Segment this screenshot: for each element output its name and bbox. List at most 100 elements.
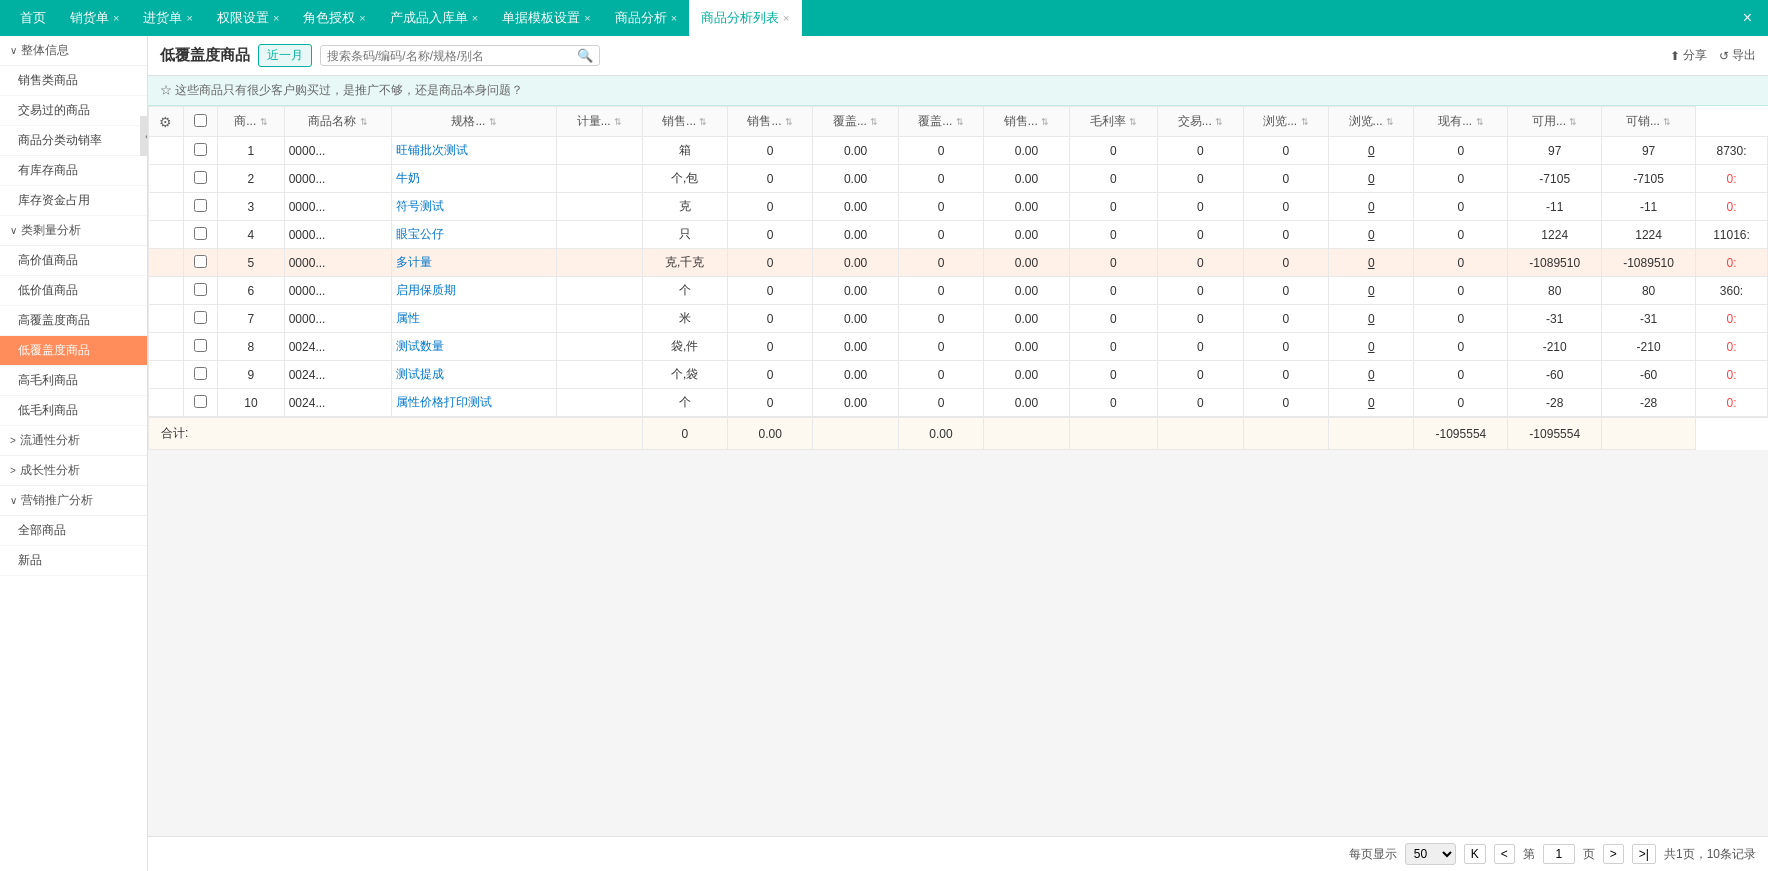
cell-checkbox[interactable] bbox=[183, 389, 218, 418]
nav-home[interactable]: 首页 bbox=[8, 0, 58, 36]
sidebar-item-low-coverage[interactable]: 低覆盖度商品 bbox=[0, 336, 147, 366]
search-input[interactable] bbox=[327, 49, 577, 63]
th-margin[interactable]: 毛利率 ⇅ bbox=[1069, 107, 1158, 137]
cell-name[interactable]: 旺铺批次测试 bbox=[392, 137, 557, 165]
cell-checkbox[interactable] bbox=[183, 249, 218, 277]
th-sales-amount[interactable]: 销售... ⇅ bbox=[727, 107, 812, 137]
th-code[interactable]: 商... ⇅ bbox=[218, 107, 285, 137]
browse-link[interactable]: 0 bbox=[1368, 256, 1375, 270]
filter-period-button[interactable]: 近一月 bbox=[258, 44, 312, 67]
row-checkbox[interactable] bbox=[194, 255, 207, 268]
browse-link[interactable]: 0 bbox=[1368, 144, 1375, 158]
cell-browse1[interactable]: 0 bbox=[1329, 305, 1414, 333]
nav-roles-close[interactable]: × bbox=[359, 0, 365, 36]
th-settings[interactable]: ⚙ bbox=[149, 107, 184, 137]
browse-link[interactable]: 0 bbox=[1368, 340, 1375, 354]
nav-permissions-close[interactable]: × bbox=[273, 0, 279, 36]
th-available[interactable]: 可用... ⇅ bbox=[1508, 107, 1602, 137]
nav-purchase[interactable]: 进货单 × bbox=[131, 0, 204, 36]
browse-link[interactable]: 0 bbox=[1368, 284, 1375, 298]
nav-analysis-close[interactable]: × bbox=[671, 0, 677, 36]
th-sellable[interactable]: 可销... ⇅ bbox=[1602, 107, 1696, 137]
cell-browse1[interactable]: 0 bbox=[1329, 277, 1414, 305]
cell-name[interactable]: 测试数量 bbox=[392, 333, 557, 361]
nav-analysis-list-close[interactable]: × bbox=[783, 0, 789, 36]
cell-checkbox[interactable] bbox=[183, 361, 218, 389]
cell-name[interactable]: 属性 bbox=[392, 305, 557, 333]
settings-icon[interactable]: ⚙ bbox=[159, 114, 172, 130]
cell-browse1[interactable]: 0 bbox=[1329, 137, 1414, 165]
nav-sales[interactable]: 销货单 × bbox=[58, 0, 131, 36]
th-unit[interactable]: 计量... ⇅ bbox=[557, 107, 642, 137]
th-browse2[interactable]: 浏览... ⇅ bbox=[1329, 107, 1414, 137]
row-checkbox[interactable] bbox=[194, 395, 207, 408]
export-button[interactable]: ↺ 导出 bbox=[1719, 47, 1756, 64]
browse-link[interactable]: 0 bbox=[1368, 200, 1375, 214]
first-page-button[interactable]: K bbox=[1464, 844, 1486, 864]
browse-link[interactable]: 0 bbox=[1368, 228, 1375, 242]
cell-browse1[interactable]: 0 bbox=[1329, 361, 1414, 389]
row-checkbox[interactable] bbox=[194, 171, 207, 184]
browse-link[interactable]: 0 bbox=[1368, 312, 1375, 326]
sidebar-item-high-coverage[interactable]: 高覆盖度商品 bbox=[0, 306, 147, 336]
nav-purchase-close[interactable]: × bbox=[186, 0, 192, 36]
nav-roles[interactable]: 角色授权 × bbox=[291, 0, 377, 36]
cell-browse1[interactable]: 0 bbox=[1329, 389, 1414, 418]
cell-checkbox[interactable] bbox=[183, 305, 218, 333]
th-name[interactable]: 商品名称 ⇅ bbox=[284, 107, 391, 137]
cell-browse1[interactable]: 0 bbox=[1329, 221, 1414, 249]
cell-browse1[interactable]: 0 bbox=[1329, 165, 1414, 193]
th-spec[interactable]: 规格... ⇅ bbox=[392, 107, 557, 137]
nav-sales-close[interactable]: × bbox=[113, 0, 119, 36]
th-coverage2[interactable]: 覆盖... ⇅ bbox=[898, 107, 983, 137]
last-page-button[interactable]: >| bbox=[1632, 844, 1656, 864]
cell-checkbox[interactable] bbox=[183, 221, 218, 249]
select-all-checkbox[interactable] bbox=[194, 114, 207, 127]
sidebar-collapse-button[interactable]: « bbox=[140, 116, 148, 156]
cell-name[interactable]: 测试提成 bbox=[392, 361, 557, 389]
row-checkbox[interactable] bbox=[194, 199, 207, 212]
sidebar-item-capital[interactable]: 库存资金占用 bbox=[0, 186, 147, 216]
sidebar-item-in-stock[interactable]: 有库存商品 bbox=[0, 156, 147, 186]
cell-name[interactable]: 启用保质期 bbox=[392, 277, 557, 305]
cell-name[interactable]: 多计量 bbox=[392, 249, 557, 277]
page-number-input[interactable] bbox=[1543, 844, 1575, 864]
sidebar-item-traded-goods[interactable]: 交易过的商品 bbox=[0, 96, 147, 126]
sidebar-section-quantity[interactable]: ∨ 类剩量分析 bbox=[0, 216, 147, 246]
th-checkbox[interactable] bbox=[183, 107, 218, 137]
row-checkbox[interactable] bbox=[194, 283, 207, 296]
sidebar-section-marketing[interactable]: ∨ 营销推广分析 bbox=[0, 486, 147, 516]
sidebar-item-low-margin[interactable]: 低毛利商品 bbox=[0, 396, 147, 426]
th-sales-count[interactable]: 销售... ⇅ bbox=[642, 107, 727, 137]
browse-link[interactable]: 0 bbox=[1368, 368, 1375, 382]
row-checkbox[interactable] bbox=[194, 339, 207, 352]
nav-analysis[interactable]: 商品分析 × bbox=[603, 0, 689, 36]
th-coverage1[interactable]: 覆盖... ⇅ bbox=[813, 107, 898, 137]
sidebar-section-overview[interactable]: ∨ 整体信息 bbox=[0, 36, 147, 66]
cell-name[interactable]: 属性价格打印测试 bbox=[392, 389, 557, 418]
cell-name[interactable]: 眼宝公仔 bbox=[392, 221, 557, 249]
cell-browse1[interactable]: 0 bbox=[1329, 333, 1414, 361]
sidebar-item-new-goods[interactable]: 新品 bbox=[0, 546, 147, 576]
row-checkbox[interactable] bbox=[194, 227, 207, 240]
nav-permissions[interactable]: 权限设置 × bbox=[205, 0, 291, 36]
sidebar-item-high-value[interactable]: 高价值商品 bbox=[0, 246, 147, 276]
sidebar-item-low-value[interactable]: 低价值商品 bbox=[0, 276, 147, 306]
cell-checkbox[interactable] bbox=[183, 333, 218, 361]
sidebar-section-growth[interactable]: > 成长性分析 bbox=[0, 456, 147, 486]
row-checkbox[interactable] bbox=[194, 311, 207, 324]
row-checkbox[interactable] bbox=[194, 143, 207, 156]
sidebar-section-flow[interactable]: > 流通性分析 bbox=[0, 426, 147, 456]
window-close-button[interactable]: × bbox=[1735, 9, 1760, 27]
table-container[interactable]: ⚙ 商... ⇅ 商品名称 ⇅ 规格... ⇅ 计量... ⇅ 销售... ⇅ … bbox=[148, 106, 1768, 836]
th-sales3[interactable]: 销售... ⇅ bbox=[984, 107, 1069, 137]
sidebar-item-all-goods[interactable]: 全部商品 bbox=[0, 516, 147, 546]
nav-product-in-close[interactable]: × bbox=[472, 0, 478, 36]
prev-page-button[interactable]: < bbox=[1494, 844, 1515, 864]
cell-browse1[interactable]: 0 bbox=[1329, 249, 1414, 277]
per-page-select[interactable]: 50 10 20 100 bbox=[1405, 843, 1456, 865]
nav-template-close[interactable]: × bbox=[584, 0, 590, 36]
next-page-button[interactable]: > bbox=[1603, 844, 1624, 864]
cell-checkbox[interactable] bbox=[183, 277, 218, 305]
cell-checkbox[interactable] bbox=[183, 165, 218, 193]
